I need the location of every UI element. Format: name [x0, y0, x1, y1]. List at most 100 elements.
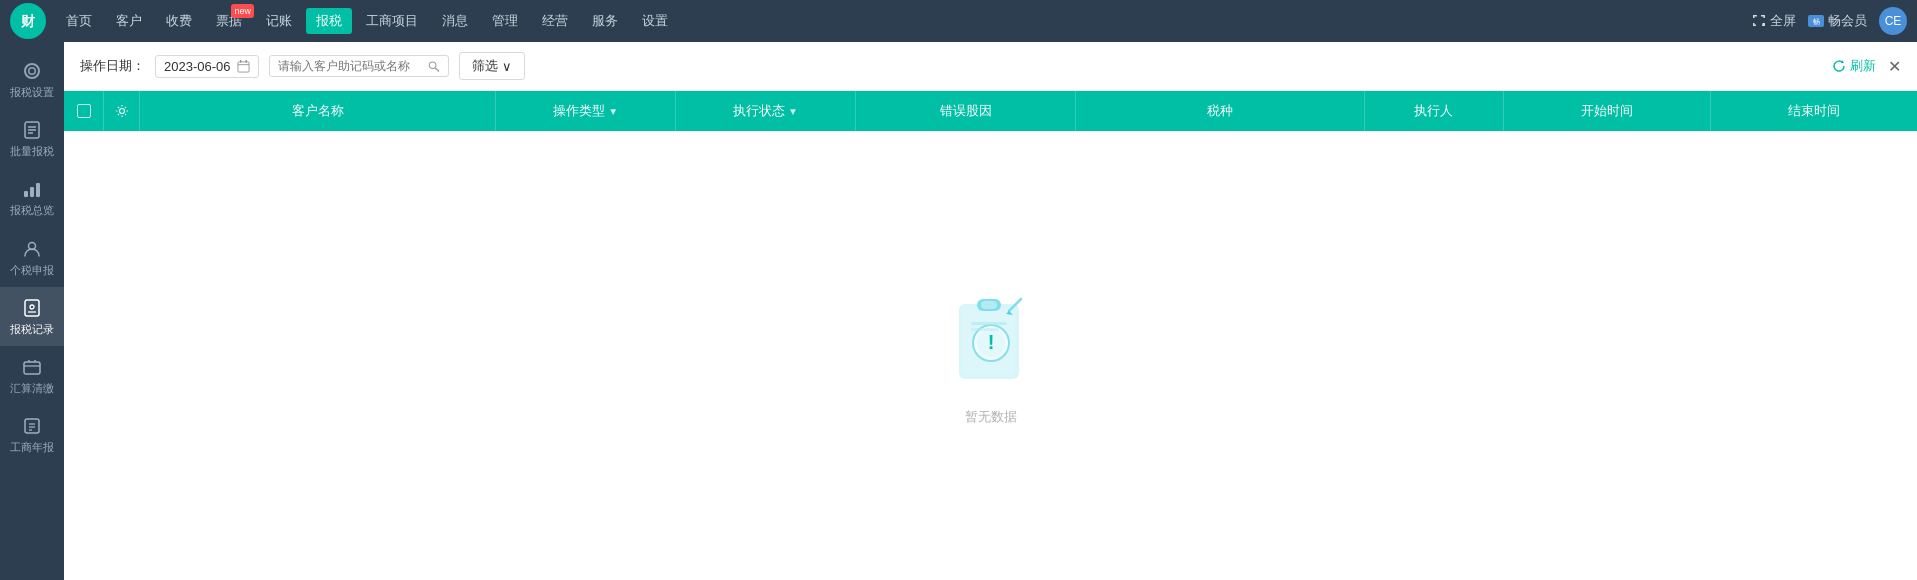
refresh-label: 刷新 [1850, 57, 1876, 75]
avatar-text: CE [1885, 14, 1902, 28]
content-area: 操作日期： 2023-06-06 筛选 ∨ [64, 42, 1917, 580]
close-button[interactable]: ✕ [1888, 57, 1901, 76]
svg-rect-33 [981, 301, 997, 309]
empty-state: ! 暂无数据 [941, 286, 1041, 426]
th-optype-label: 操作类型 [553, 102, 605, 120]
svg-rect-9 [30, 187, 34, 197]
nav-item-服务[interactable]: 服务 [582, 8, 628, 34]
tax-overview-icon [21, 178, 43, 200]
svg-rect-19 [25, 419, 39, 433]
sidebar-item-personal-tax[interactable]: 个税申报 [0, 228, 64, 287]
svg-point-27 [429, 61, 436, 68]
table-body: ! 暂无数据 [64, 131, 1917, 580]
svg-rect-8 [24, 191, 28, 197]
svg-text:!: ! [987, 331, 994, 353]
filter-label: 筛选 [472, 57, 498, 75]
select-all-checkbox[interactable] [77, 104, 91, 118]
nav-item-记账[interactable]: 记账 [256, 8, 302, 34]
th-executor: 执行人 [1365, 91, 1504, 131]
th-checkbox[interactable] [64, 91, 104, 131]
th-client-name: 客户名称 [140, 91, 496, 131]
fullscreen-label: 全屏 [1770, 12, 1796, 30]
member-label: 畅会员 [1828, 12, 1867, 30]
th-ex-status[interactable]: 执行状态 ▼ [676, 91, 856, 131]
empty-icon: ! [941, 286, 1041, 396]
filter-button[interactable]: 筛选 ∨ [459, 52, 525, 80]
nav-item-经营[interactable]: 经营 [532, 8, 578, 34]
svg-rect-12 [25, 300, 39, 316]
date-picker[interactable]: 2023-06-06 [155, 55, 259, 78]
empty-text: 暂无数据 [965, 408, 1017, 426]
th-exstatus-label: 执行状态 [733, 102, 785, 120]
reconcile-icon [21, 356, 43, 378]
batch-tax-icon [21, 119, 43, 141]
main-layout: 报税设置批量报税报税总览个税申报报税记录汇算清缴工商年报 操作日期： 2023-… [0, 42, 1917, 580]
th-end-time: 结束时间 [1711, 91, 1917, 131]
svg-text:财: 财 [20, 13, 36, 29]
nav-item-报税[interactable]: 报税 [306, 8, 352, 34]
nav-item-客户[interactable]: 客户 [106, 8, 152, 34]
tax-settings-icon [21, 60, 43, 82]
nav-item-管理[interactable]: 管理 [482, 8, 528, 34]
sidebar-item-annual-report[interactable]: 工商年报 [0, 405, 64, 464]
nav-item-设置[interactable]: 设置 [632, 8, 678, 34]
sidebar-item-tax-records[interactable]: 报税记录 [0, 287, 64, 346]
table-header: 客户名称 操作类型 ▼ 执行状态 ▼ 错误股因 税种 执行人 [64, 91, 1917, 131]
th-taxtype-label: 税种 [1207, 102, 1233, 120]
svg-rect-23 [237, 61, 248, 71]
sidebar-label-annual-report: 工商年报 [10, 441, 54, 454]
th-tax-type: 税种 [1076, 91, 1364, 131]
nav-item-票据[interactable]: 票据new [206, 8, 252, 34]
th-settings[interactable] [104, 91, 140, 131]
nav-item-消息[interactable]: 消息 [432, 8, 478, 34]
top-navigation: 财 首页客户收费票据new记账报税工商项目消息管理经营服务设置 全屏 畅 畅会员… [0, 0, 1917, 42]
nav-menu: 首页客户收费票据new记账报税工商项目消息管理经营服务设置 [56, 8, 1752, 34]
svg-rect-40 [971, 328, 999, 331]
sidebar-item-tax-settings[interactable]: 报税设置 [0, 50, 64, 109]
th-executor-label: 执行人 [1414, 102, 1453, 120]
date-value: 2023-06-06 [164, 59, 231, 74]
sidebar-label-tax-overview: 报税总览 [10, 204, 54, 217]
sidebar-item-tax-overview[interactable]: 报税总览 [0, 168, 64, 227]
nav-item-首页[interactable]: 首页 [56, 8, 102, 34]
fullscreen-btn[interactable]: 全屏 [1752, 12, 1796, 30]
nav-item-工商项目[interactable]: 工商项目 [356, 8, 428, 34]
refresh-button[interactable]: 刷新 [1832, 57, 1876, 75]
personal-tax-icon [21, 238, 43, 260]
exstatus-sort-icon: ▼ [788, 106, 798, 117]
annual-report-icon [21, 415, 43, 437]
th-starttime-label: 开始时间 [1581, 102, 1633, 120]
svg-point-13 [30, 305, 34, 309]
svg-rect-39 [971, 322, 1007, 325]
nav-item-收费[interactable]: 收费 [156, 8, 202, 34]
date-label: 操作日期： [80, 57, 145, 75]
th-erreason-label: 错误股因 [940, 102, 992, 120]
svg-text:畅: 畅 [1813, 18, 1820, 25]
svg-rect-10 [36, 183, 40, 197]
svg-point-29 [119, 109, 124, 114]
sidebar-label-personal-tax: 个税申报 [10, 264, 54, 277]
toolbar: 操作日期： 2023-06-06 筛选 ∨ [64, 42, 1917, 91]
member-btn[interactable]: 畅 畅会员 [1808, 12, 1867, 30]
nav-badge-new: new [231, 4, 254, 18]
app-logo[interactable]: 财 [10, 3, 46, 39]
sidebar-label-reconcile: 汇算清缴 [10, 382, 54, 395]
search-wrap[interactable] [269, 55, 449, 77]
th-op-type[interactable]: 操作类型 ▼ [496, 91, 676, 131]
svg-line-28 [435, 67, 439, 71]
filter-chevron-icon: ∨ [502, 59, 512, 74]
user-avatar[interactable]: CE [1879, 7, 1907, 35]
optype-sort-icon: ▼ [608, 106, 618, 117]
sidebar-label-batch-tax: 批量报税 [10, 145, 54, 158]
svg-rect-15 [24, 362, 40, 374]
th-err-reason: 错误股因 [856, 91, 1077, 131]
sidebar-label-tax-settings: 报税设置 [10, 86, 54, 99]
sidebar-item-batch-tax[interactable]: 批量报税 [0, 109, 64, 168]
tax-records-icon [21, 297, 43, 319]
search-input[interactable] [278, 59, 424, 73]
sidebar-label-tax-records: 报税记录 [10, 323, 54, 336]
data-table: 客户名称 操作类型 ▼ 执行状态 ▼ 错误股因 税种 执行人 [64, 91, 1917, 580]
sidebar-item-reconcile[interactable]: 汇算清缴 [0, 346, 64, 405]
th-endtime-label: 结束时间 [1788, 102, 1840, 120]
sidebar: 报税设置批量报税报税总览个税申报报税记录汇算清缴工商年报 [0, 42, 64, 580]
